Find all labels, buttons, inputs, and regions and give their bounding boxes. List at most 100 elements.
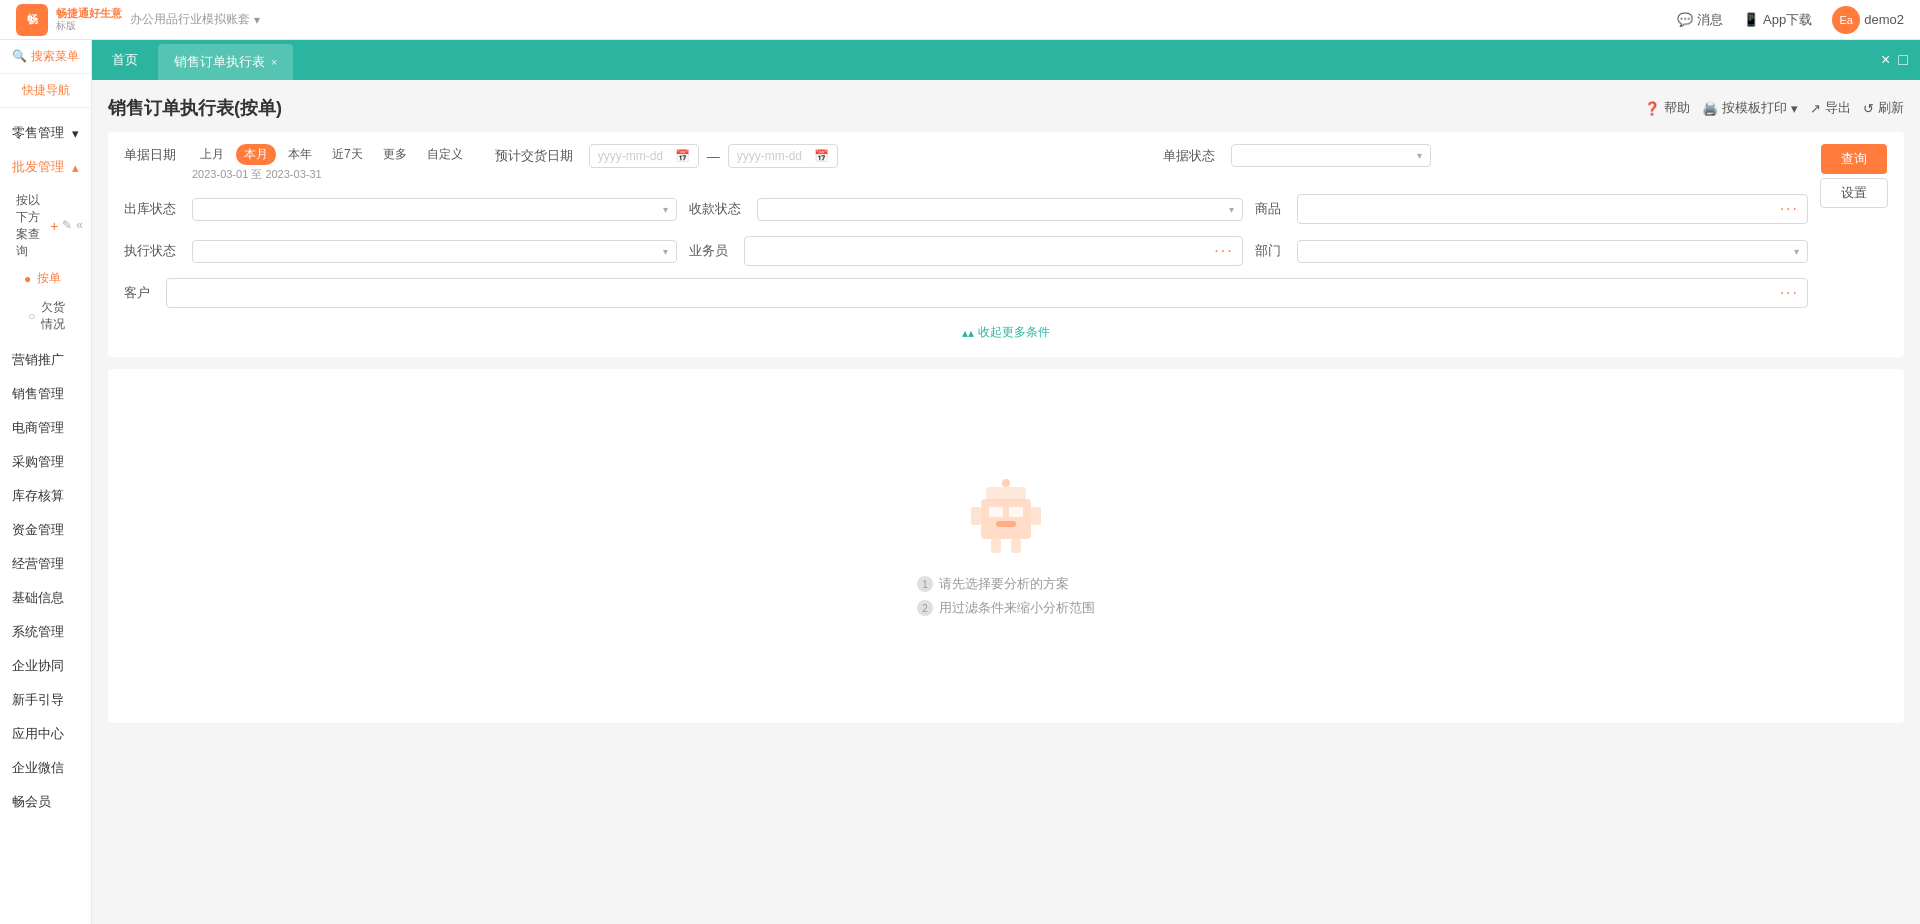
svg-rect-8 <box>986 487 1026 501</box>
export-btn[interactable]: ↗ 导出 <box>1810 99 1851 117</box>
collapse-plan-btn[interactable]: « <box>76 218 83 234</box>
basic-label: 基础信息 <box>12 589 64 607</box>
empty-icon-svg <box>961 469 1051 559</box>
sidebar-item-enterprise[interactable]: 企业协同 <box>0 649 91 683</box>
app-download-btn[interactable]: 📱 App下载 <box>1743 11 1812 29</box>
date-btn-this-month[interactable]: 本月 <box>236 144 276 165</box>
calendar-icon-end: 📅 <box>814 149 829 163</box>
edit-plan-btn[interactable]: ✎ <box>62 218 72 234</box>
status-select[interactable]: ▾ <box>1231 144 1431 167</box>
query-button[interactable]: 查询 <box>1821 144 1887 174</box>
svg-rect-5 <box>1031 507 1041 525</box>
plan-item-press[interactable]: ● 按单 <box>8 264 91 293</box>
sidebar-item-newbie[interactable]: 新手引导 <box>0 683 91 717</box>
top-bar-left: 畅 畅捷通好生意 标版 办公用品行业模拟账套 ▾ <box>16 4 260 36</box>
dept-select[interactable]: ▾ <box>1297 240 1808 263</box>
quick-nav[interactable]: 快捷导航 <box>0 74 91 108</box>
tab-bar: 首页 销售订单执行表 × × □ <box>92 40 1920 80</box>
main-layout: 🔍 搜索菜单 快捷导航 零售管理 ▾ 批发管理 ▴ 按以下方案查询 <box>0 40 1920 924</box>
tab-sales-order[interactable]: 销售订单执行表 × <box>158 44 293 80</box>
export-icon: ↗ <box>1810 101 1821 116</box>
add-plan-btn[interactable]: + <box>50 218 58 234</box>
sidebar-item-retail[interactable]: 零售管理 ▾ <box>0 116 91 150</box>
expected-date-group: 预计交货日期 yyyy-mm-dd 📅 — yyyy-mm-d <box>495 144 1140 168</box>
date-btn-this-year[interactable]: 本年 <box>280 144 320 165</box>
plan-item-debt-label: 欠货情况 <box>41 299 71 333</box>
sidebar-item-system[interactable]: 系统管理 <box>0 615 91 649</box>
page-header: 销售订单执行表(按单) ❓ 帮助 🖨️ 按模板打印 ▾ ↗ <box>108 96 1904 120</box>
date-btn-last-month[interactable]: 上月 <box>192 144 232 165</box>
user-menu[interactable]: Ea demo2 <box>1832 6 1904 34</box>
plan-actions: + ✎ « <box>50 218 83 234</box>
expected-date-end[interactable]: yyyy-mm-dd 📅 <box>728 144 838 168</box>
empty-tips: 1 请先选择要分析的方案 2 用过滤条件来缩小分析范围 <box>917 575 1095 623</box>
date-separator: — <box>707 149 720 164</box>
sidebar-item-operation[interactable]: 经营管理 <box>0 547 91 581</box>
sidebar-item-ecommerce[interactable]: 电商管理 <box>0 411 91 445</box>
svg-rect-1 <box>989 507 1003 517</box>
date-btn-more[interactable]: 更多 <box>375 144 415 165</box>
app-logo: 畅 <box>16 4 48 36</box>
window-maximize-icon[interactable]: □ <box>1898 51 1908 69</box>
print-btn[interactable]: 🖨️ 按模板打印 ▾ <box>1702 99 1798 117</box>
operation-label: 经营管理 <box>12 555 64 573</box>
window-close-icon[interactable]: × <box>1881 51 1890 69</box>
tab-home-label: 首页 <box>112 51 138 69</box>
sidebar-item-member[interactable]: 畅会员 <box>0 785 91 819</box>
plan-item-debt[interactable]: ○ 欠货情况 <box>8 293 91 339</box>
customer-input[interactable]: ··· <box>166 278 1808 308</box>
exec-status-select[interactable]: ▾ <box>192 240 677 263</box>
out-status-select[interactable]: ▾ <box>192 198 677 221</box>
date-btn-custom[interactable]: 自定义 <box>419 144 471 165</box>
exec-status-label: 执行状态 <box>124 242 176 260</box>
empty-icon <box>961 469 1051 559</box>
receipt-status-label: 收款状态 <box>689 200 741 218</box>
svg-rect-7 <box>1011 539 1021 553</box>
receipt-status-select[interactable]: ▾ <box>757 198 1242 221</box>
sidebar-item-finance[interactable]: 资金管理 <box>0 513 91 547</box>
tab-home[interactable]: 首页 <box>92 40 158 80</box>
dept-label: 部门 <box>1255 242 1281 260</box>
print-label: 按模板打印 <box>1722 99 1787 117</box>
customer-label: 客户 <box>124 284 150 302</box>
expected-date-start[interactable]: yyyy-mm-dd 📅 <box>589 144 699 168</box>
sidebar-item-wechat[interactable]: 企业微信 <box>0 751 91 785</box>
date-quick-btns: 上月 本月 本年 近7天 更多 自定义 <box>192 144 471 165</box>
dept-dropdown-icon: ▾ <box>1794 246 1799 257</box>
help-btn[interactable]: ❓ 帮助 <box>1644 99 1690 117</box>
ecommerce-label: 电商管理 <box>12 419 64 437</box>
account-selector[interactable]: 办公用品行业模拟账套 ▾ <box>130 11 260 28</box>
sidebar-item-sales[interactable]: 销售管理 <box>0 377 91 411</box>
salesman-input[interactable]: ··· <box>744 236 1242 266</box>
page-content: 销售订单执行表(按单) ❓ 帮助 🖨️ 按模板打印 ▾ ↗ <box>92 80 1920 924</box>
print-icon: 🖨️ <box>1702 101 1718 116</box>
content-area: 首页 销售订单执行表 × × □ 销售订单执行表(按单) <box>92 40 1920 924</box>
collapse-label: 收起更多条件 <box>978 324 1050 341</box>
filter-row-4: 客户 ··· <box>124 278 1808 308</box>
goods-input[interactable]: ··· <box>1297 194 1808 224</box>
filter-row-1: 单据日期 上月 本月 本年 近7天 更多 自定义 <box>124 144 1808 182</box>
date-btn-7days[interactable]: 近7天 <box>324 144 371 165</box>
message-btn[interactable]: 💬 消息 <box>1677 11 1723 29</box>
tab-close-btn[interactable]: × <box>271 56 277 68</box>
sidebar-item-wholesale[interactable]: 批发管理 ▴ <box>0 150 91 184</box>
refresh-btn[interactable]: ↺ 刷新 <box>1863 99 1904 117</box>
sidebar-item-basic[interactable]: 基础信息 <box>0 581 91 615</box>
sidebar-item-apps[interactable]: 应用中心 <box>0 717 91 751</box>
sidebar-item-inventory[interactable]: 库存核算 <box>0 479 91 513</box>
top-bar-right: 💬 消息 📱 App下载 Ea demo2 <box>1677 6 1904 34</box>
user-name: demo2 <box>1864 12 1904 27</box>
page-title: 销售订单执行表(按单) <box>108 96 282 120</box>
collapse-arrow-icon: ▴▴ <box>962 326 974 340</box>
help-icon: ❓ <box>1644 101 1660 116</box>
tip-text-1: 请先选择要分析的方案 <box>939 575 1069 593</box>
collapse-btn[interactable]: ▴▴ 收起更多条件 <box>124 320 1888 345</box>
sidebar-item-marketing[interactable]: 营销推广 <box>0 343 91 377</box>
logo-text: 畅 <box>27 12 38 27</box>
sidebar-search[interactable]: 🔍 搜索菜单 <box>0 40 91 74</box>
sidebar-item-purchase[interactable]: 采购管理 <box>0 445 91 479</box>
tip-num-2: 2 <box>917 600 933 616</box>
settings-button[interactable]: 设置 <box>1820 178 1888 208</box>
svg-rect-0 <box>981 499 1031 539</box>
svg-rect-4 <box>971 507 981 525</box>
